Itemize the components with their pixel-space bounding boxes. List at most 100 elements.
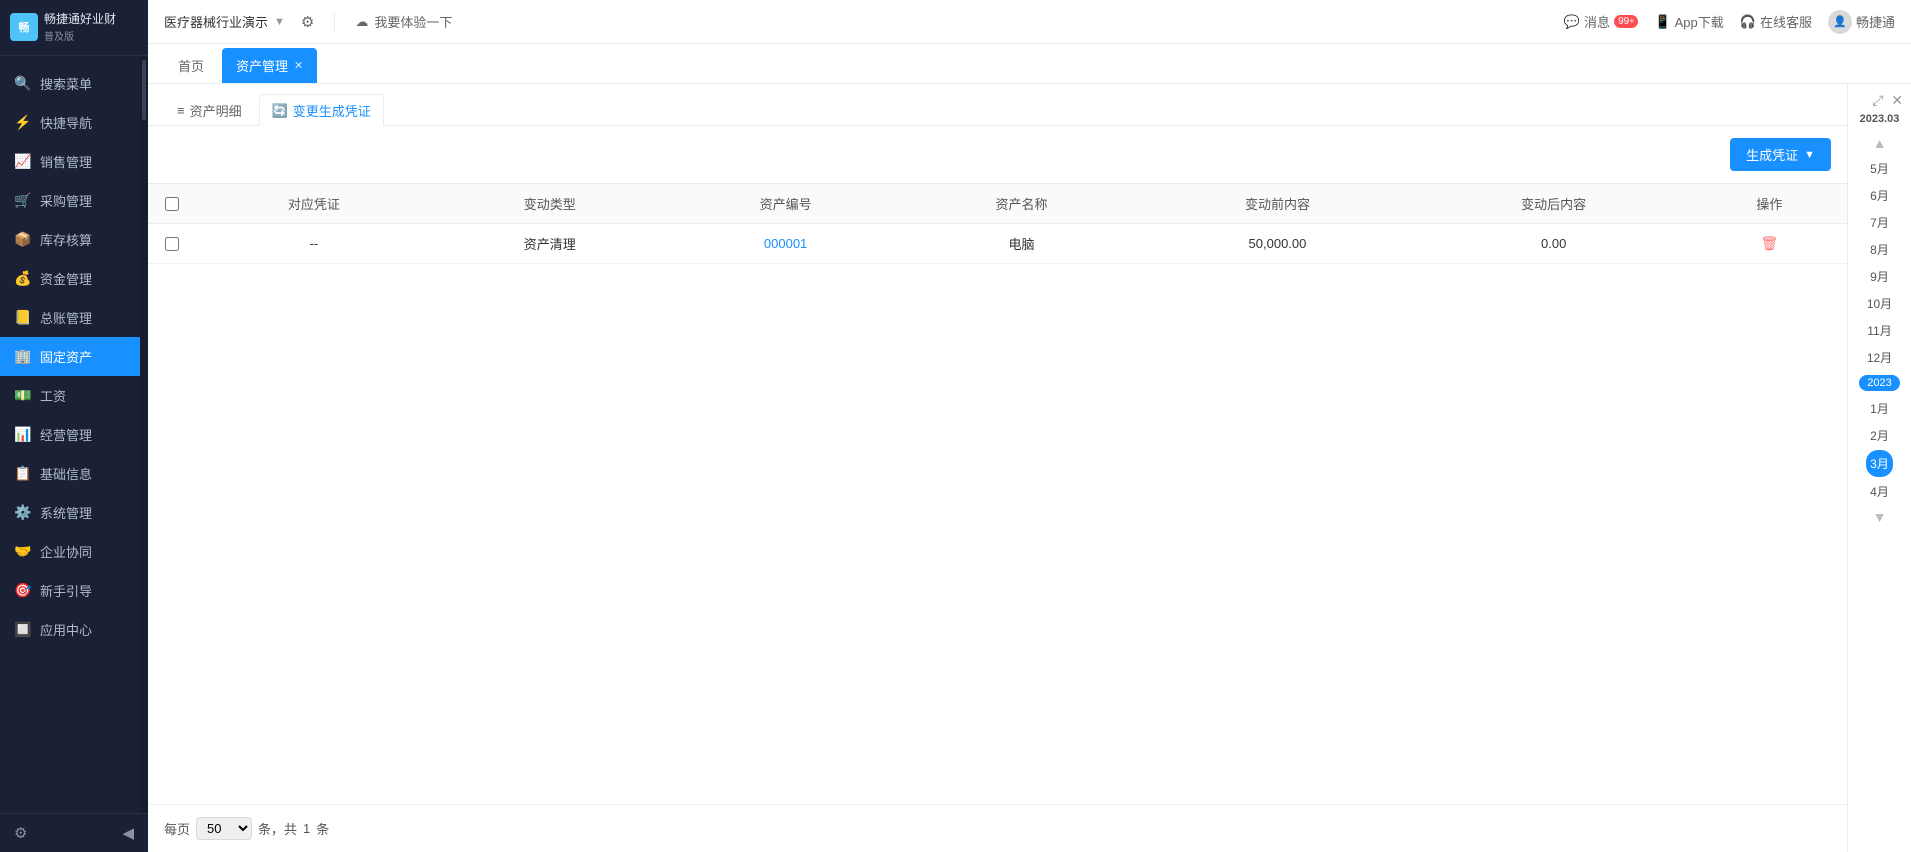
sidebar-item-app-center[interactable]: 🔲 应用中心 bbox=[0, 610, 140, 649]
month-item[interactable]: 7月 bbox=[1848, 209, 1911, 236]
sidebar-item-label: 固定资产 bbox=[40, 347, 92, 366]
sidebar-item-sales[interactable]: 📈 销售管理 bbox=[0, 142, 140, 181]
wage-icon: 💵 bbox=[14, 387, 32, 404]
sidebar-nav: 🔍 搜索菜单 ⚡ 快捷导航 📈 销售管理 🛒 采购管理 📦 库存核算 💰 bbox=[0, 56, 140, 813]
content-area: ≡ 资产明细 🔄 变更生成凭证 生成凭证 ▼ bbox=[148, 84, 1911, 852]
month-item-feb[interactable]: 2月 bbox=[1848, 422, 1911, 449]
sidebar-item-payroll[interactable]: 💵 工资 bbox=[0, 376, 140, 415]
timeline-current-date: 2023.03 bbox=[1860, 111, 1900, 127]
user-menu-button[interactable]: 👤 畅捷通 bbox=[1828, 10, 1895, 34]
col-after-content: 变动后内容 bbox=[1416, 184, 1692, 224]
sidebar-item-label: 总账管理 bbox=[40, 308, 92, 327]
sidebar-item-operations[interactable]: 📊 经营管理 bbox=[0, 415, 140, 454]
timeline-prev-button[interactable]: ▲ bbox=[1869, 131, 1891, 155]
page-size-select[interactable]: 50 10 20 100 bbox=[196, 817, 252, 840]
sidebar-logo: 畅 畅捷通好业财 普及版 bbox=[0, 0, 148, 56]
tab-asset-management[interactable]: 资产管理 ✕ bbox=[222, 48, 317, 83]
sub-tabs: ≡ 资产明细 🔄 变更生成凭证 bbox=[148, 84, 1847, 126]
online-service-button[interactable]: 🎧 在线客服 bbox=[1740, 12, 1812, 31]
generate-voucher-button[interactable]: 生成凭证 ▼ bbox=[1730, 138, 1831, 171]
total-unit: 条 bbox=[316, 819, 329, 838]
col-voucher: 对应凭证 bbox=[196, 184, 432, 224]
lightning-icon: ⚡ bbox=[14, 114, 32, 131]
sidebar-item-label: 经营管理 bbox=[40, 425, 92, 444]
sidebar-item-purchase[interactable]: 🛒 采购管理 bbox=[0, 181, 140, 220]
tab-home[interactable]: 首页 bbox=[164, 48, 218, 83]
month-item[interactable]: 11月 bbox=[1848, 317, 1911, 344]
month-item[interactable]: 10月 bbox=[1848, 290, 1911, 317]
app-download-button[interactable]: 📱 App下载 bbox=[1654, 12, 1723, 31]
table-toolbar: 生成凭证 ▼ bbox=[148, 126, 1847, 183]
sidebar-item-inventory[interactable]: 📦 库存核算 bbox=[0, 220, 140, 259]
search-icon: 🔍 bbox=[14, 75, 32, 92]
month-item-mar[interactable]: 3月 bbox=[1866, 450, 1893, 477]
cart-icon: 🛒 bbox=[14, 192, 32, 209]
sidebar-item-fixed-assets[interactable]: 🏢 固定资产 bbox=[0, 337, 140, 376]
building-icon: 🏢 bbox=[14, 348, 32, 365]
messages-button[interactable]: 💬 消息 99+ bbox=[1564, 12, 1639, 31]
info-icon: 📋 bbox=[14, 465, 32, 482]
timeline-container: ▲ 5月 6月 7月 8月 9月 10月 11月 12月 2023 1月 2月 … bbox=[1848, 127, 1911, 852]
col-asset-no: 资产编号 bbox=[668, 184, 904, 224]
header-settings-icon[interactable]: ⚙ bbox=[301, 13, 314, 31]
sidebar-item-label: 资金管理 bbox=[40, 269, 92, 288]
sidebar-item-system[interactable]: ⚙️ 系统管理 bbox=[0, 493, 140, 532]
experience-button[interactable]: ☁ 我要体验一下 bbox=[355, 12, 452, 31]
row-checkbox-cell bbox=[148, 224, 196, 264]
sidebar-item-quick-nav[interactable]: ⚡ 快捷导航 bbox=[0, 103, 140, 142]
panel-expand-button[interactable]: ⤢ bbox=[1870, 90, 1885, 111]
messages-label: 消息 bbox=[1584, 12, 1610, 31]
company-selector[interactable]: 医疗器械行业演示 ▼ bbox=[164, 12, 285, 31]
sub-tab-change-voucher[interactable]: 🔄 变更生成凭证 bbox=[259, 94, 384, 126]
sidebar-item-label: 库存核算 bbox=[40, 230, 92, 249]
sidebar-item-guide[interactable]: 🎯 新手引导 bbox=[0, 571, 140, 610]
sub-tab-asset-list[interactable]: ≡ 资产明细 bbox=[164, 94, 255, 126]
panel-close-button[interactable]: ✕ bbox=[1889, 90, 1905, 111]
page-size-prefix: 每页 bbox=[164, 819, 190, 838]
cloud-icon: ☁ bbox=[355, 14, 368, 30]
online-service-label: 在线客服 bbox=[1760, 12, 1812, 31]
timeline-next-button[interactable]: ▼ bbox=[1869, 505, 1891, 529]
user-icon: 👤 bbox=[1833, 15, 1847, 28]
year-badge-2023[interactable]: 2023 bbox=[1859, 375, 1899, 391]
money-icon: 💰 bbox=[14, 270, 32, 287]
header-right: 💬 消息 99+ 📱 App下载 🎧 在线客服 👤 畅捷通 bbox=[1564, 10, 1895, 34]
sub-tab-label: 资产明细 bbox=[190, 101, 242, 120]
month-item[interactable]: 6月 bbox=[1848, 182, 1911, 209]
username-label: 畅捷通 bbox=[1856, 12, 1895, 31]
sidebar-item-basic-info[interactable]: 📋 基础信息 bbox=[0, 454, 140, 493]
month-item-apr[interactable]: 4月 bbox=[1848, 478, 1911, 505]
month-item[interactable]: 12月 bbox=[1848, 344, 1911, 371]
settings-icon[interactable]: ⚙ bbox=[14, 824, 27, 842]
month-item-jan[interactable]: 1月 bbox=[1848, 395, 1911, 422]
table-header-row: 对应凭证 变动类型 资产编号 资产名称 变动前内容 变动后内容 操作 bbox=[148, 184, 1847, 224]
sidebar-bottom: ⚙ ◀ bbox=[0, 813, 148, 852]
month-item[interactable]: 8月 bbox=[1848, 236, 1911, 263]
row-voucher: -- bbox=[196, 224, 432, 264]
sidebar-item-label: 工资 bbox=[40, 386, 66, 405]
sidebar-item-search[interactable]: 🔍 搜索菜单 bbox=[0, 64, 140, 103]
col-change-type: 变动类型 bbox=[432, 184, 668, 224]
sidebar-scrollbar[interactable] bbox=[140, 56, 148, 813]
app-logo-icon: 畅 bbox=[10, 13, 38, 41]
month-item[interactable]: 5月 bbox=[1848, 155, 1911, 182]
row-before-content: 50,000.00 bbox=[1139, 224, 1415, 264]
sidebar-item-enterprise[interactable]: 🤝 企业协同 bbox=[0, 532, 140, 571]
select-all-checkbox[interactable] bbox=[165, 197, 179, 211]
sidebar-item-funds[interactable]: 💰 资金管理 bbox=[0, 259, 140, 298]
right-panel-header: ⤢ ✕ bbox=[1848, 84, 1911, 111]
data-table: 对应凭证 变动类型 资产编号 资产名称 变动前内容 变动后内容 操作 bbox=[148, 183, 1847, 804]
total-count: 1 bbox=[303, 821, 310, 836]
row-checkbox[interactable] bbox=[165, 237, 179, 251]
delete-row-button[interactable]: 🗑 bbox=[1760, 235, 1778, 251]
collapse-icon[interactable]: ◀ bbox=[122, 824, 134, 842]
sidebar-item-label: 应用中心 bbox=[40, 620, 92, 639]
row-after-content: 0.00 bbox=[1416, 224, 1692, 264]
tab-close-icon[interactable]: ✕ bbox=[294, 59, 303, 72]
col-checkbox bbox=[148, 184, 196, 224]
col-operation: 操作 bbox=[1692, 184, 1847, 224]
month-item[interactable]: 9月 bbox=[1848, 263, 1911, 290]
sidebar-item-ledger[interactable]: 📒 总账管理 bbox=[0, 298, 140, 337]
tab-bar: 首页 资产管理 ✕ bbox=[148, 44, 1911, 84]
book-icon: 📒 bbox=[14, 309, 32, 326]
